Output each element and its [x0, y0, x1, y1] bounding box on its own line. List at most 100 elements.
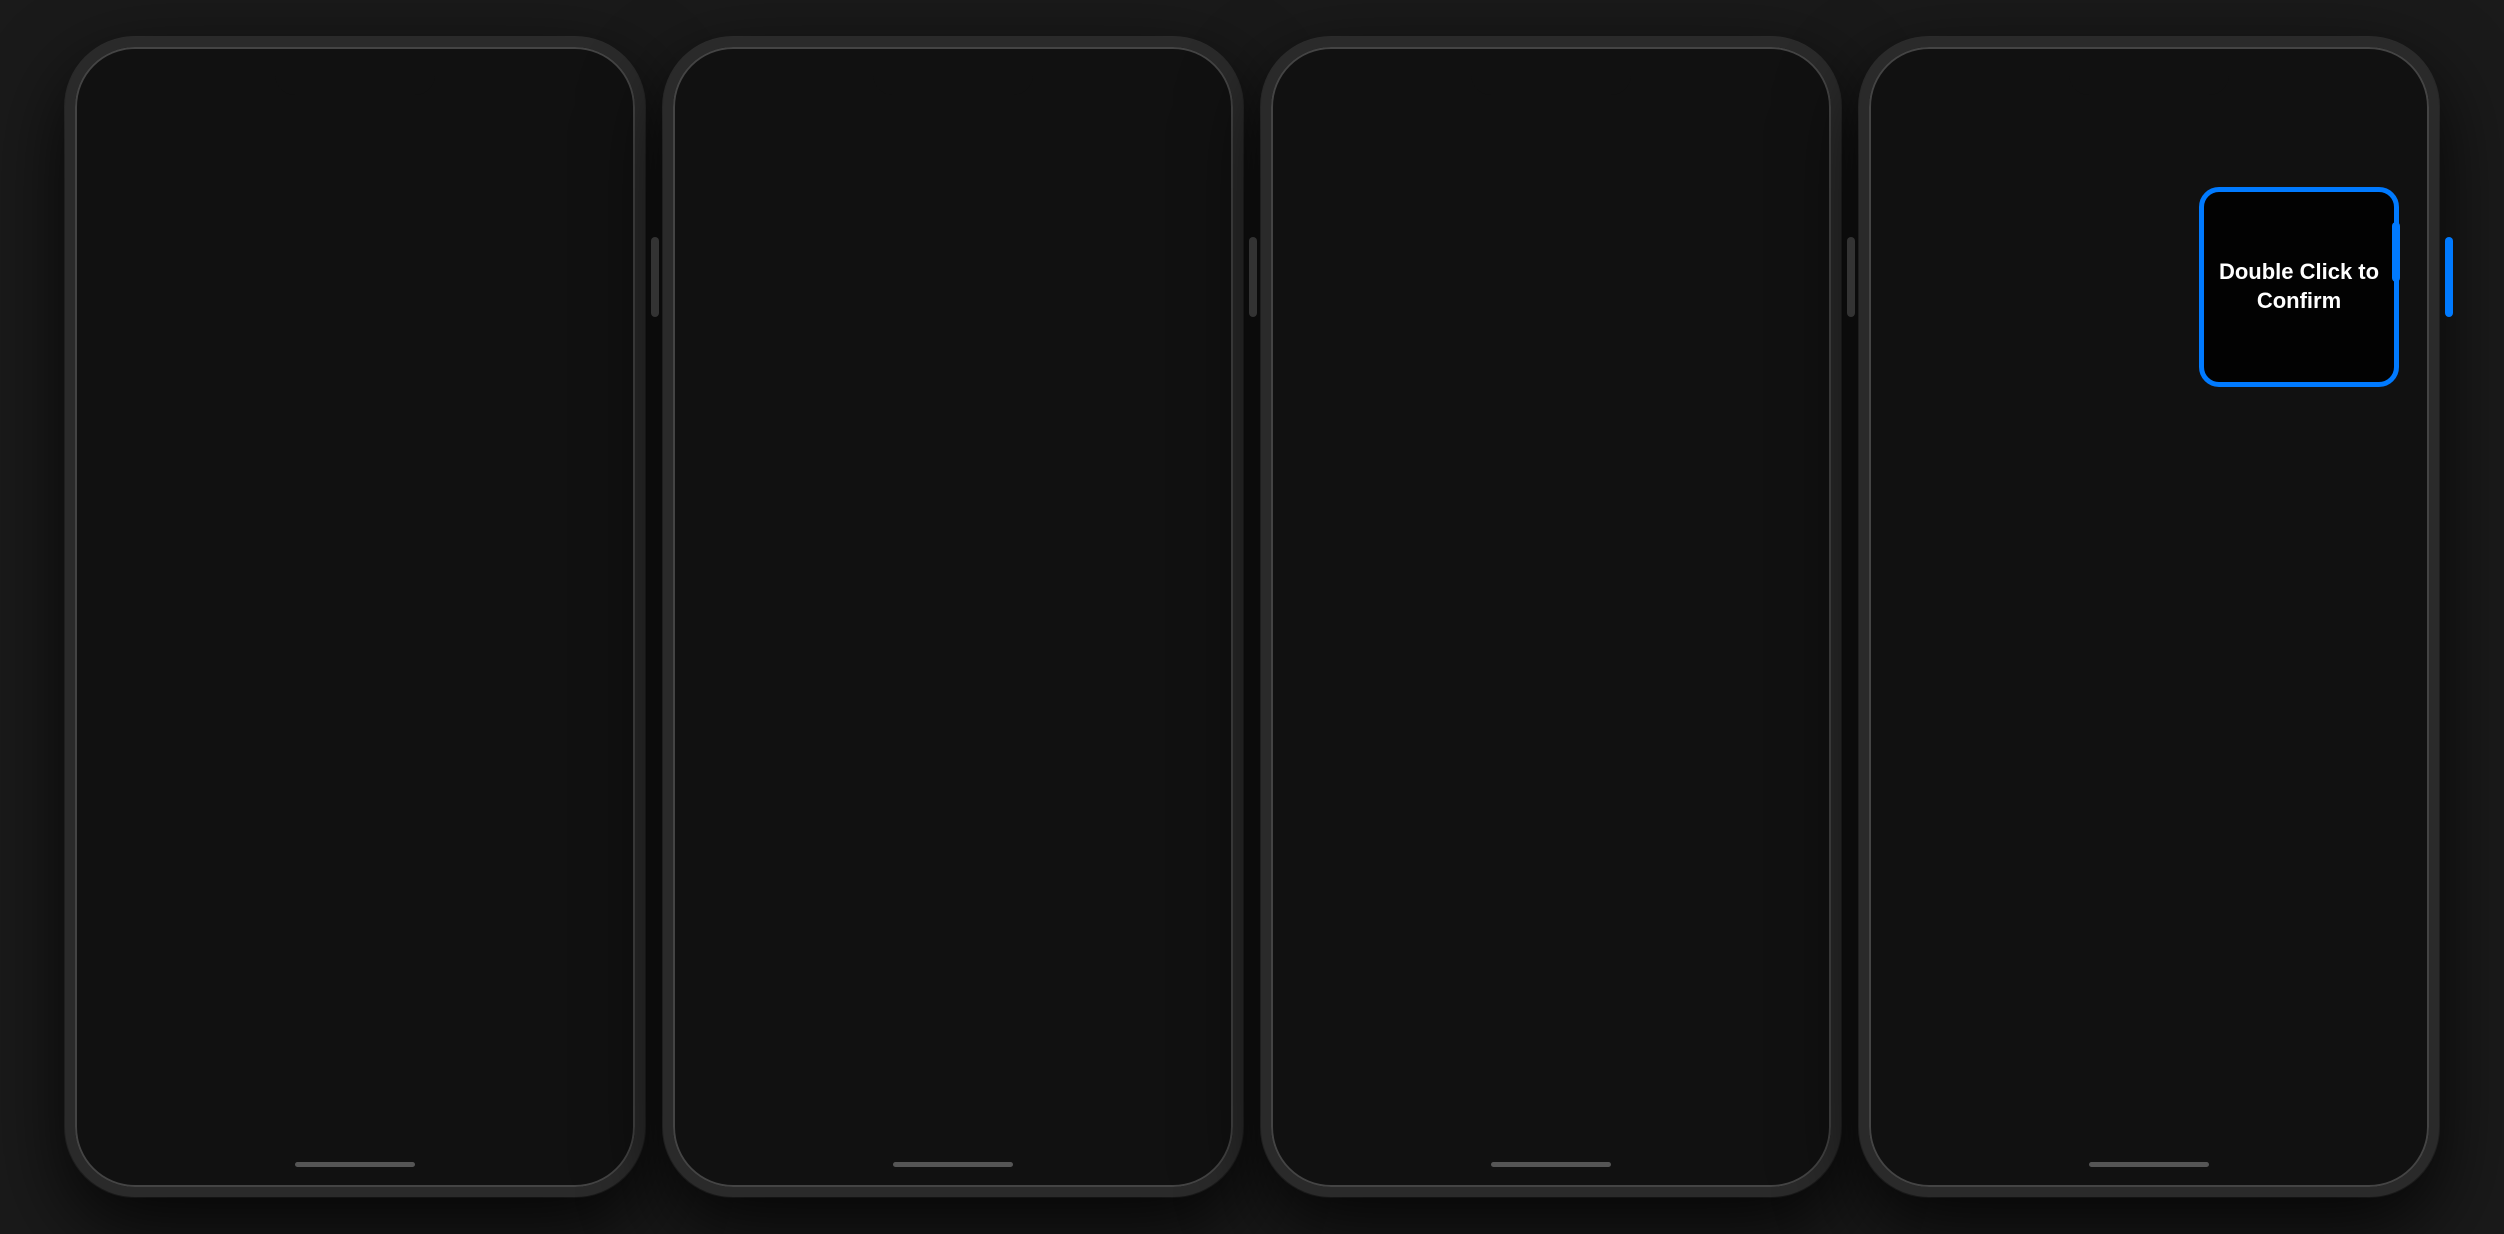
search-label-2: Search: [1126, 1167, 1161, 1179]
subscribe-button[interactable]: Enjoy 1 Year Free: [697, 528, 1209, 588]
grid-show-2[interactable]: 🧔: [1553, 130, 1828, 309]
sports-label: SPORTS: [379, 170, 432, 185]
up-next-header: Up Next: [75, 210, 635, 256]
side-button-2[interactable]: [1249, 237, 1257, 317]
wifi-icon-1: ▲: [559, 68, 573, 84]
search-icon-2: 🔍: [1129, 1137, 1156, 1163]
nav-actions: + ADD ⬆: [1124, 101, 1213, 124]
tv-icon: 📺: [225, 169, 242, 186]
pay-header: 🍎 Pay Cancel: [1893, 824, 2405, 850]
add-label: + ADD: [1135, 105, 1173, 120]
status-bar-1: 8:04 ◀ Search ▲: [75, 47, 635, 97]
status-icons-3: ▲: [1727, 68, 1803, 84]
tab-watch-now[interactable]: ▶ Watch Now: [148, 1137, 204, 1179]
library-label-2: Library: [947, 1167, 981, 1179]
content-ratings: TV-MA 4K HDR DOLBY VISION DOLBY ATMOS CC…: [697, 675, 1209, 693]
appletv-badge: tv+: [469, 580, 491, 593]
signal-icon-3: [1727, 69, 1749, 83]
appletv-icon: tv+: [1893, 866, 1941, 914]
season-button[interactable]: Season 1: [697, 707, 799, 740]
grid-show-3[interactable]: 🌍 🐶: [1275, 312, 1550, 491]
avatar[interactable]: 👤: [567, 105, 611, 149]
up-next-item[interactable]: LATE NIGHT. 🍕: [75, 256, 635, 414]
side-button-1[interactable]: [651, 237, 659, 317]
wifi-icon-4: ▲: [2353, 68, 2367, 84]
library-icon-2: ⬜: [950, 1137, 977, 1163]
tv-label: TV SHOWS: [248, 170, 317, 185]
tab-search-2[interactable]: 🔍 Search: [1126, 1137, 1161, 1179]
item-details: APPLE TV+ 4+ APPLE TV SUBSCRIPTION: [1955, 866, 2405, 909]
tab-search[interactable]: 🔍 Search: [528, 1137, 563, 1179]
status-icons-1: ▲: [531, 68, 607, 84]
show-title-overlay: THE MORNING SHOW Drama · Nov 1, 2019 · 1…: [673, 437, 1233, 492]
what-to-watch-header: What to Watch See All: [75, 472, 635, 518]
signal-icon-1: [531, 69, 553, 83]
phone-2: 8:05 ◀ Search ▲: [663, 37, 1243, 1197]
shows-grid: 👩 🧔 🌍 🐶: [1271, 130, 1831, 490]
grid-show-1[interactable]: 👩: [1275, 130, 1550, 309]
side-button-indicator: [2392, 222, 2400, 282]
share-icon[interactable]: ⬆: [1198, 102, 1213, 123]
back-search-3[interactable]: ◀ Search: [1299, 78, 1350, 92]
movie-title: Late Night: [99, 430, 611, 447]
search-tab-icon: 🔍: [531, 1137, 558, 1163]
category-pills: 🎬 MOVIES 📺 TV SHOWS 🏆 SPORTS: [75, 161, 635, 210]
price-label: PRICE: [1893, 1028, 1935, 1042]
what-to-watch-title: What to Watch: [99, 480, 251, 506]
appletv-thumb[interactable]: 🗡️ tv+: [410, 529, 550, 614]
movies-pill[interactable]: 🎬 MOVIES: [99, 161, 201, 194]
side-button-4[interactable]: [2445, 237, 2453, 317]
price-details: 1 YEAR TRIAL FREE STARTING NOV 1, 2020 $…: [2155, 1028, 2405, 1061]
item-name: APPLE TV+ 4+: [1955, 866, 2405, 881]
phone-3: 8:05 ◀ Search ▲: [1261, 37, 1841, 1197]
library-tab-icon: ⬜: [352, 1137, 379, 1163]
back-button[interactable]: ❮ Back: [693, 102, 752, 123]
account-label: ACCOUNT: [1893, 993, 1960, 1007]
morning-show-thumb[interactable]: THEMORNINGSHOW: [110, 529, 250, 614]
add-button-4: + ADD: [2320, 101, 2380, 124]
up-next-title: Up Next: [99, 218, 182, 244]
pay-label: Pay: [1926, 826, 1960, 849]
appletv-logo: 🍎 tv+: [1291, 101, 1343, 122]
side-button-3[interactable]: [1847, 237, 1855, 317]
status-icons-4: ▲: [2325, 68, 2401, 84]
tab-library[interactable]: ⬜ Library: [349, 1137, 383, 1179]
sports-pill[interactable]: 🏆 SPORTS: [342, 161, 447, 194]
not-now-button[interactable]: Not Now: [1742, 101, 1811, 122]
tab-bar-2: ▶ Watch Now ⬜ Library 🔍 Search: [673, 1124, 1233, 1187]
pay-divider-3: [1893, 1017, 2405, 1018]
tab-watch-now-2[interactable]: ▶ Watch Now: [746, 1137, 802, 1179]
watch-now-tab-label: Watch Now: [148, 1167, 204, 1179]
price-section: PRICE 1 YEAR TRIAL FREE STARTING NOV 1, …: [1893, 1028, 2405, 1061]
continue-button[interactable]: Continue: [1295, 671, 1807, 725]
wifi-icon-2: ▲: [1157, 68, 1171, 84]
wifi-icon-3: ▲: [1755, 68, 1769, 84]
back-search-1[interactable]: ◀ Search: [103, 78, 154, 92]
drama-thumb[interactable]: 👩: [260, 529, 400, 614]
movie-continue: CONTINUE: [99, 447, 611, 462]
battery-icon-1: [579, 69, 607, 83]
grid-show-4[interactable]: 🍎 tv+: [1553, 312, 1828, 491]
double-click-confirm-box[interactable]: Double Click to Confirm: [2199, 187, 2399, 387]
starting-label: STARTING NOV 1, 2020: [2155, 1047, 2287, 1061]
trial-label: 1 YEAR TRIAL: [2155, 1028, 2241, 1043]
what-to-watch-row: THEMORNINGSHOW 👩 🗡️ tv+: [99, 518, 611, 625]
tab-library-2[interactable]: ⬜ Library: [947, 1137, 981, 1179]
more-link[interactable]: more: [945, 646, 977, 662]
policy-label: POLICY: [1893, 941, 1944, 972]
phone-1: 8:04 ◀ Search ▲: [65, 37, 645, 1197]
cancel-button[interactable]: Cancel: [2352, 827, 2405, 847]
confirm-label: Confirm with Side Button: [1893, 1141, 2405, 1157]
p2-content: Enjoy 1 Year Free 12 months free, then $…: [673, 512, 1233, 1124]
offer-price: 12 months free, then $4.99/month.: [1295, 640, 1807, 655]
offer-text-section: Your new iPhone includes1 year of Apple …: [1271, 490, 1831, 1187]
back-search-4[interactable]: ◀ Search: [1897, 78, 1948, 92]
tv-shows-pill[interactable]: 📺 TV SHOWS: [211, 161, 332, 194]
see-all-button[interactable]: See All: [558, 483, 611, 503]
double-click-text: Double Click to Confirm: [2204, 248, 2394, 325]
add-button[interactable]: + ADD: [1124, 101, 1184, 124]
back-search-2[interactable]: ◀ Search: [701, 78, 752, 92]
pay-divider-1: [1893, 930, 2405, 931]
status-bar-4: 8:05 ◀ Search ▲: [1869, 47, 2429, 97]
late-night-thumb: LATE NIGHT.: [99, 256, 379, 414]
